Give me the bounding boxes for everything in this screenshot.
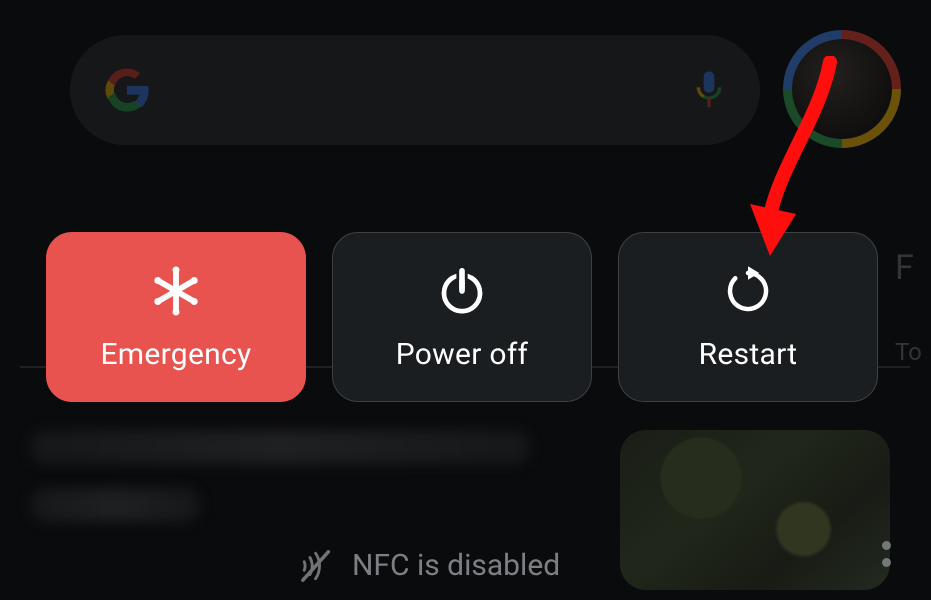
restart-icon: [720, 263, 776, 319]
avatar-image: [792, 39, 892, 139]
mic-icon[interactable]: [692, 70, 726, 110]
content-thumbnail[interactable]: [620, 430, 890, 590]
profile-avatar[interactable]: [783, 30, 901, 148]
peek-text-to: To: [895, 338, 922, 366]
restart-label: Restart: [699, 337, 798, 372]
power-icon: [434, 263, 490, 319]
power-off-button[interactable]: Power off: [332, 232, 592, 402]
more-menu[interactable]: [868, 536, 904, 572]
emergency-button[interactable]: Emergency: [46, 232, 306, 402]
power-off-label: Power off: [396, 337, 529, 372]
nfc-status: NFC is disabled: [300, 548, 560, 583]
nfc-status-text: NFC is disabled: [352, 548, 560, 583]
emergency-label: Emergency: [100, 337, 251, 372]
search-bar[interactable]: [70, 35, 760, 145]
restart-button[interactable]: Restart: [618, 232, 878, 402]
google-logo-icon: [104, 67, 150, 113]
nfc-disabled-icon: [300, 549, 334, 583]
blurred-headline: [30, 430, 550, 540]
medical-asterisk-icon: [148, 263, 204, 319]
power-menu: Emergency Power off Restart: [46, 232, 886, 402]
